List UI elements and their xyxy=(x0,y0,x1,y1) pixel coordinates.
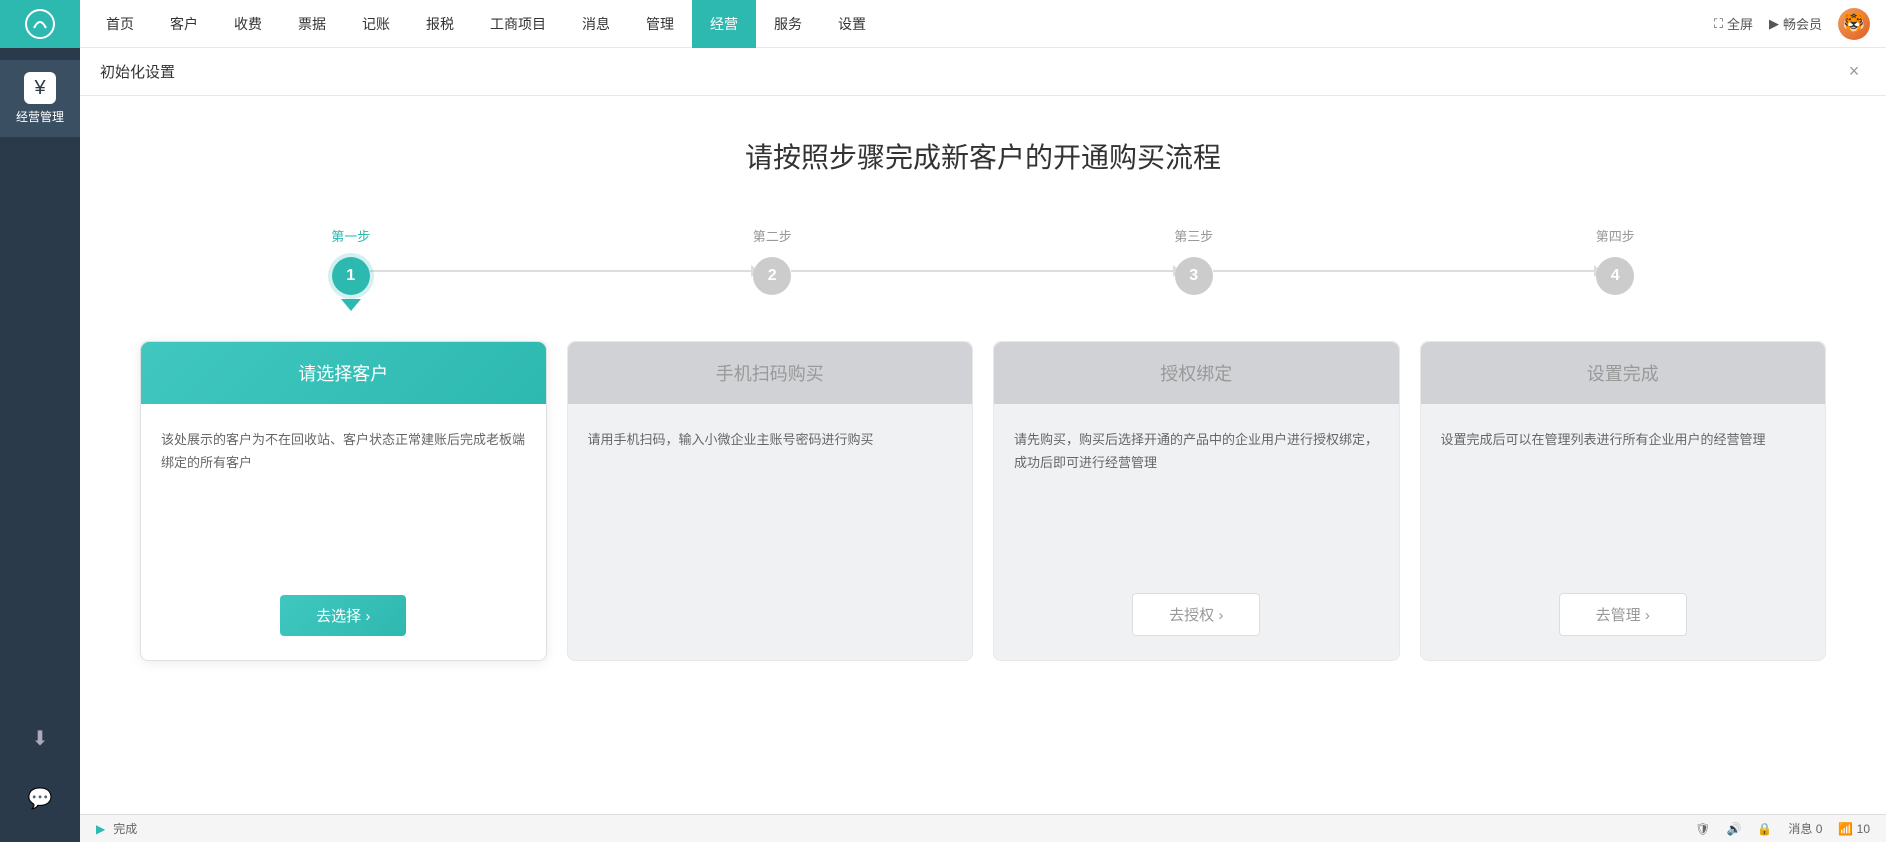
card-body-3: 请先购买，购买后选择开通的产品中的企业用户进行授权绑定，成功后即可进行经营管理 xyxy=(994,404,1399,577)
steps-indicator: 第一步 1 第二步 2 第三步 3 第四步 4 xyxy=(140,226,1826,311)
cards-row: 请选择客户该处展示的客户为不在回收站、客户状态正常建账后完成老板端绑定的所有客户… xyxy=(140,341,1826,661)
step-circle-4: 4 xyxy=(1596,257,1634,295)
step-connector-1 xyxy=(370,270,754,272)
fullscreen-label: 全屏 xyxy=(1727,14,1753,33)
sidebar-bottom: ⬇ 💬 xyxy=(0,710,80,842)
nav-item-记账[interactable]: 记账 xyxy=(344,0,408,48)
step-label-1: 第一步 xyxy=(331,226,370,245)
card-footer-3: 去授权 › xyxy=(994,577,1399,660)
play-icon: ▶ xyxy=(1769,16,1779,32)
nav-item-消息[interactable]: 消息 xyxy=(564,0,628,48)
lock-icon: 🔒 xyxy=(1757,822,1772,836)
nav-right-section: ⛶ 全屏 ▶ 畅会员 🐯 xyxy=(1714,8,1886,40)
nav-item-经营[interactable]: 经营 xyxy=(692,0,756,48)
nav-item-设置[interactable]: 设置 xyxy=(820,0,884,48)
step-label-4: 第四步 xyxy=(1596,226,1635,245)
step-item-4: 第四步 4 xyxy=(1405,226,1827,295)
step-card-4: 设置完成设置完成后可以在管理列表进行所有企业用户的经营管理去管理 › xyxy=(1420,341,1827,661)
step-label-3: 第三步 xyxy=(1174,226,1213,245)
status-text: 完成 xyxy=(113,820,137,837)
card-button-4[interactable]: 去管理 › xyxy=(1559,593,1687,636)
card-header-2: 手机扫码购买 xyxy=(568,342,973,404)
step-item-2: 第二步 2 xyxy=(562,226,984,295)
step-circle-2: 2 xyxy=(753,257,791,295)
step-pointer-1 xyxy=(341,299,361,311)
content-header: 初始化设置 × xyxy=(80,48,1886,96)
step-circle-3: 3 xyxy=(1175,257,1213,295)
card-header-3: 授权绑定 xyxy=(994,342,1399,404)
nav-item-工商项目[interactable]: 工商项目 xyxy=(472,0,564,48)
sidebar-item-management[interactable]: ¥ 经营管理 xyxy=(0,60,80,137)
member-label: 畅会员 xyxy=(1783,14,1822,33)
sidebar-item-download[interactable]: ⬇ xyxy=(0,710,80,766)
nav-item-票据[interactable]: 票据 xyxy=(280,0,344,48)
close-button[interactable]: × xyxy=(1842,60,1866,84)
nav-item-服务[interactable]: 服务 xyxy=(756,0,820,48)
card-header-4: 设置完成 xyxy=(1421,342,1826,404)
nav-item-收费[interactable]: 收费 xyxy=(216,0,280,48)
nav-items-container: 首页客户收费票据记账报税工商项目消息管理经营服务设置 xyxy=(80,0,1714,48)
nav-item-客户[interactable]: 客户 xyxy=(152,0,216,48)
step-item-3: 第三步 3 xyxy=(983,226,1405,295)
user-avatar[interactable]: 🐯 xyxy=(1838,8,1870,40)
sidebar-item-label: 经营管理 xyxy=(16,108,64,125)
step-connector-2 xyxy=(791,270,1175,272)
content-area: 初始化设置 × 请按照步骤完成新客户的开通购买流程 第一步 1 第二步 2 第三步 3 第四… xyxy=(80,48,1886,842)
support-icon: 💬 xyxy=(24,782,56,814)
sidebar: ¥ 经营管理 ⬇ 💬 xyxy=(0,48,80,842)
nav-item-首页[interactable]: 首页 xyxy=(88,0,152,48)
step-label-2: 第二步 xyxy=(753,226,792,245)
step-circle-1: 1 xyxy=(332,257,370,295)
nav-item-报税[interactable]: 报税 xyxy=(408,0,472,48)
card-button-3[interactable]: 去授权 › xyxy=(1132,593,1260,636)
card-body-2: 请用手机扫码，输入小微企业主账号密码进行购买 xyxy=(568,404,973,660)
step-item-1: 第一步 1 xyxy=(140,226,562,311)
page-title: 初始化设置 xyxy=(100,61,175,82)
card-button-1[interactable]: 去选择 › xyxy=(280,595,406,636)
card-body-4: 设置完成后可以在管理列表进行所有企业用户的经营管理 xyxy=(1421,404,1826,577)
card-footer-1: 去选择 › xyxy=(141,579,546,660)
step-card-1: 请选择客户该处展示的客户为不在回收站、客户状态正常建账后完成老板端绑定的所有客户… xyxy=(140,341,547,661)
step-card-3: 授权绑定请先购买，购买后选择开通的产品中的企业用户进行授权绑定，成功后即可进行经… xyxy=(993,341,1400,661)
member-button[interactable]: ▶ 畅会员 xyxy=(1769,14,1822,33)
message-count: 消息 0 xyxy=(1788,820,1822,837)
main-layout: ¥ 经营管理 ⬇ 💬 初始化设置 × 请按照步骤完成新客户的开通购买流程 第一步… xyxy=(0,48,1886,842)
top-navigation: 首页客户收费票据记账报税工商项目消息管理经营服务设置 ⛶ 全屏 ▶ 畅会员 🐯 xyxy=(0,0,1886,48)
card-footer-4: 去管理 › xyxy=(1421,577,1826,660)
fullscreen-icon: ⛶ xyxy=(1714,16,1723,32)
network-icon: 📶 10 xyxy=(1838,822,1870,836)
management-icon: ¥ xyxy=(24,72,56,104)
sound-icon: 🔊 xyxy=(1726,822,1741,836)
fullscreen-button[interactable]: ⛶ 全屏 xyxy=(1714,14,1753,33)
sidebar-item-support[interactable]: 💬 xyxy=(0,770,80,826)
setup-main-title: 请按照步骤完成新客户的开通购买流程 xyxy=(140,136,1826,176)
card-body-1: 该处展示的客户为不在回收站、客户状态正常建账后完成老板端绑定的所有客户 xyxy=(141,404,546,579)
card-header-1: 请选择客户 xyxy=(141,342,546,404)
status-bar: ▶ 完成 🛡 🔊 🔒 消息 0 📶 10 xyxy=(80,814,1886,842)
app-logo xyxy=(0,0,80,48)
shield-icon: 🛡 xyxy=(1695,822,1710,836)
play-status-icon: ▶ xyxy=(96,822,105,836)
nav-item-管理[interactable]: 管理 xyxy=(628,0,692,48)
step-card-2: 手机扫码购买请用手机扫码，输入小微企业主账号密码进行购买 xyxy=(567,341,974,661)
download-icon: ⬇ xyxy=(24,722,56,754)
status-bar-right: 🛡 🔊 🔒 消息 0 📶 10 xyxy=(1695,820,1870,837)
step-connector-3 xyxy=(1213,270,1597,272)
setup-content: 请按照步骤完成新客户的开通购买流程 第一步 1 第二步 2 第三步 3 第四步 4 请选择客户… xyxy=(80,96,1886,814)
